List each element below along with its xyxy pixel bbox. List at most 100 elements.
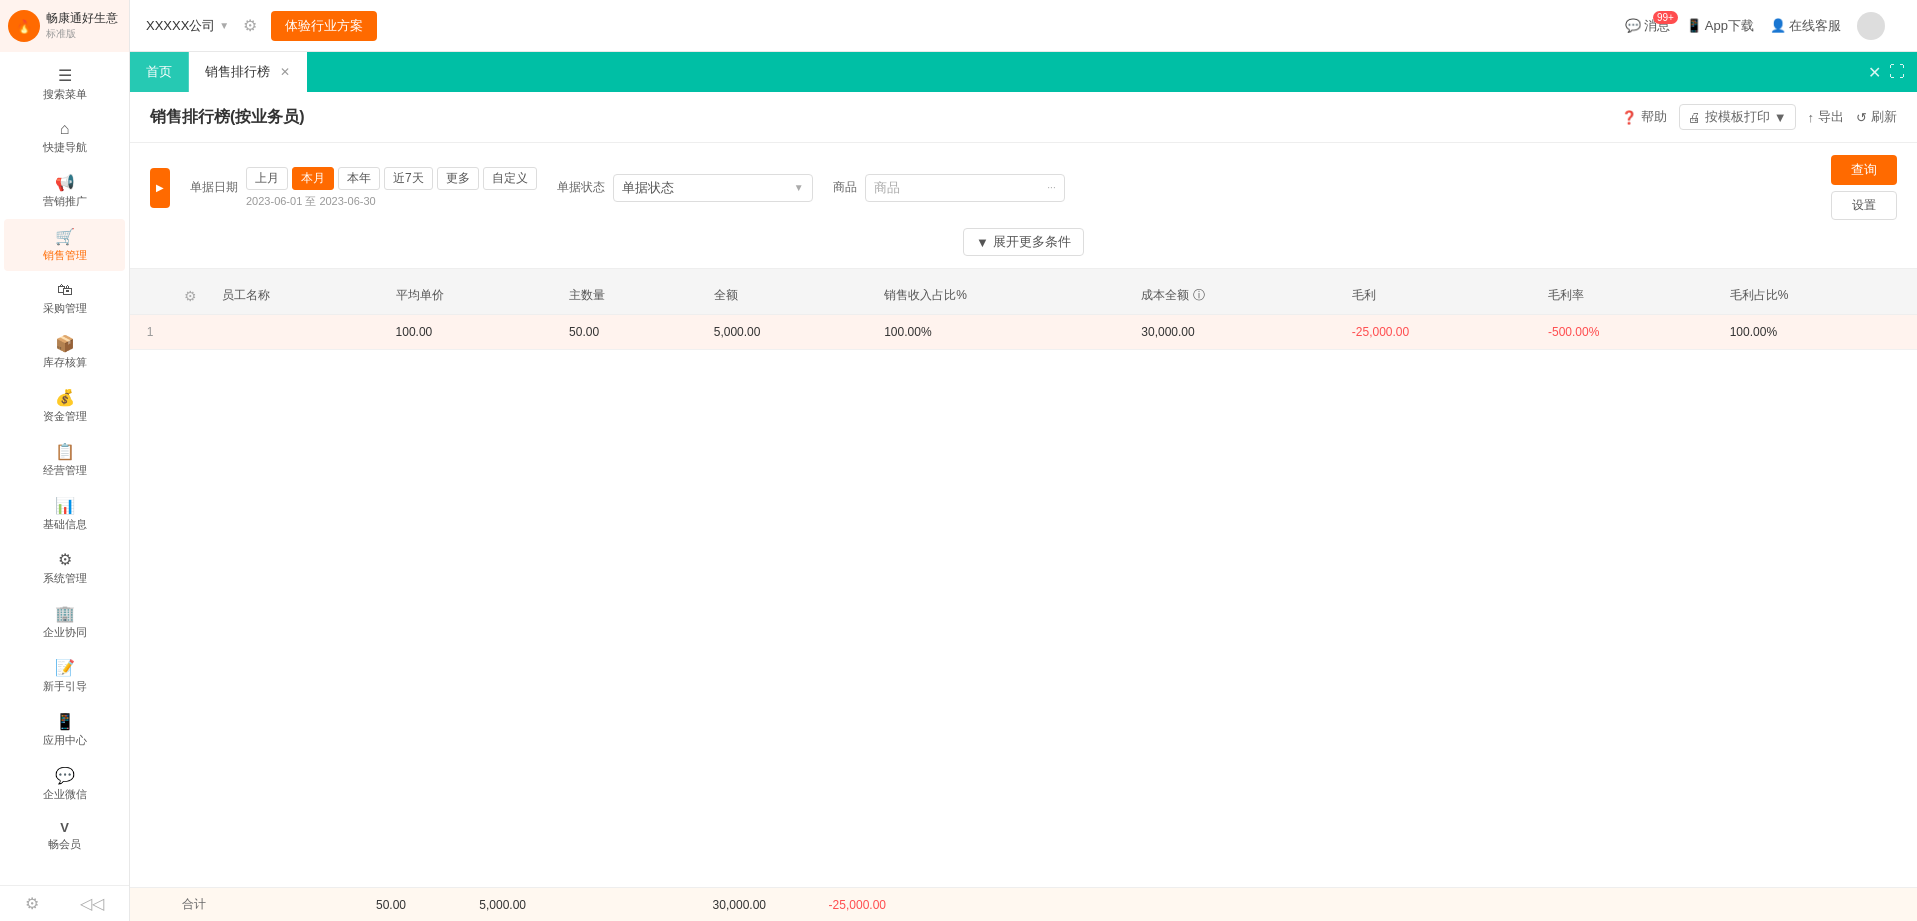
print-icon: 🖨 [1688,110,1701,125]
help-icon: ❓ [1621,110,1637,125]
quick-nav-icon: ⌂ [60,120,70,138]
current-year-btn[interactable]: 本年 [338,167,380,190]
inventory-icon: 📦 [55,334,75,353]
export-label: 导出 [1818,108,1844,126]
service-icon: 👤 [1770,18,1786,33]
status-select-value: 单据状态 [622,179,674,197]
expand-window-icon[interactable]: ⛶ [1889,63,1905,81]
tab-home[interactable]: 首页 [130,52,189,92]
last-7-days-btn[interactable]: 近7天 [384,167,433,190]
goods-select-dots: ··· [1047,182,1055,193]
th-employee: 员工名称 [210,277,384,315]
sidebar-item-label: 搜索菜单 [43,87,87,102]
sidebar-item-label: 销售管理 [43,248,87,263]
cell-avg-price: 100.00 [384,315,558,350]
th-rank [130,277,170,315]
th-gross-margin: 毛利率 [1536,277,1718,315]
status-select[interactable]: 单据状态 ▼ [613,174,813,202]
sidebar-item-wechat[interactable]: 💬 企业微信 [4,758,125,810]
sidebar-item-marketing[interactable]: 📢 营销推广 [4,165,125,217]
status-select-arrow: ▼ [794,182,804,193]
more-date-btn[interactable]: 更多 [437,167,479,190]
th-amount: 全额 [702,277,872,315]
close-window-icon[interactable]: ✕ [1868,63,1881,82]
sidebar-item-finance[interactable]: 💰 资金管理 [4,380,125,432]
message-button[interactable]: 💬 消息 99+ [1625,17,1670,35]
help-button[interactable]: ❓ 帮助 [1621,108,1667,126]
query-button[interactable]: 查询 [1831,155,1897,185]
sales-rank-table: ⚙ 员工名称 平均单价 主数量 全额 销售收入占比% 成本全额 ⓘ 毛利 毛利率… [130,277,1917,350]
sidebar-item-app-center[interactable]: 📱 应用中心 [4,704,125,756]
online-service-button[interactable]: 👤 在线客服 [1770,17,1841,35]
tabbar: 首页 销售排行榜 ✕ ✕ ⛶ [130,52,1917,92]
tab-sales-rank[interactable]: 销售排行榜 ✕ [189,52,307,92]
sidebar-item-label: 采购管理 [43,301,87,316]
sidebar-item-label: 企业协同 [43,625,87,640]
app-icon: 📱 [1686,18,1702,33]
sidebar-item-member[interactable]: V 畅会员 [4,812,125,860]
sidebar-item-enterprise[interactable]: 🏢 企业协同 [4,596,125,648]
table-header-row: ⚙ 员工名称 平均单价 主数量 全额 销售收入占比% 成本全额 ⓘ 毛利 毛利率… [130,277,1917,315]
company-dropdown-icon: ▼ [219,20,229,31]
wechat-icon: 💬 [55,766,75,785]
sidebar-logo: 🔥 畅康通好生意 标准版 [0,0,129,52]
export-button[interactable]: ↑ 导出 [1808,108,1845,126]
sidebar-bottom: ⚙ ◁◁ [0,885,129,921]
topbar-company[interactable]: XXXXX公司 ▼ [146,17,229,35]
sidebar-collapse-btn[interactable]: ◁◁ [80,894,104,913]
sidebar-item-label: 新手引导 [43,679,87,694]
sidebar-settings-btn[interactable]: ⚙ [25,894,39,913]
sidebar-item-search-order[interactable]: ☰ 搜索菜单 [4,58,125,110]
expand-label: 展开更多条件 [993,233,1071,251]
cell-amount: 5,000.00 [702,315,872,350]
settings-button[interactable]: 设置 [1831,191,1897,220]
goods-select[interactable]: 商品 ··· [865,174,1065,202]
current-month-btn[interactable]: 本月 [292,167,334,190]
filter-toggle-btn[interactable]: ▶ [150,168,170,208]
cell-gross-profit: -25,000.00 [1340,315,1536,350]
page-header: 销售排行榜(按业务员) ❓ 帮助 🖨 按模板打印 ▼ ↑ 导出 ↺ 刷新 [130,92,1917,143]
sidebar-item-quick-nav[interactable]: ⌂ 快捷导航 [4,112,125,163]
goods-filter: 商品 商品 ··· [833,174,1065,202]
sidebar-item-guide[interactable]: 📝 新手引导 [4,650,125,702]
topbar: XXXXX公司 ▼ ⚙ 体验行业方案 💬 消息 99+ 📱 App下载 👤 在线… [130,0,1917,52]
logo-name: 畅康通好生意 [46,11,118,27]
expand-icon: ▼ [976,235,989,250]
sidebar-item-purchase[interactable]: 🛍 采购管理 [4,273,125,324]
tab-close-icon[interactable]: ✕ [280,65,290,79]
sidebar-item-system[interactable]: ⚙ 系统管理 [4,542,125,594]
template-print-label: 按模板打印 [1705,108,1770,126]
cell-cost-amount: 30,000.00 [1129,315,1340,350]
custom-date-btn[interactable]: 自定义 [483,167,537,190]
refresh-button[interactable]: ↺ 刷新 [1856,108,1897,126]
sidebar-item-basic-info[interactable]: 📊 基础信息 [4,488,125,540]
sidebar-nav: ☰ 搜索菜单 ⌂ 快捷导航 📢 营销推广 🛒 销售管理 🛍 采购管理 📦 库存核… [0,52,129,885]
user-avatar[interactable] [1857,12,1885,40]
goods-select-placeholder: 商品 [874,179,900,197]
date-buttons: 上月 本月 本年 近7天 更多 自定义 [246,167,537,190]
th-avg-price: 平均单价 [384,277,558,315]
cell-main-qty: 50.00 [557,315,702,350]
sidebar-item-label: 快捷导航 [43,140,87,155]
try-industry-button[interactable]: 体验行业方案 [271,11,377,41]
message-icon: 💬 [1625,18,1641,33]
column-settings-icon[interactable]: ⚙ [184,288,197,304]
sidebar-item-inventory[interactable]: 📦 库存核算 [4,326,125,378]
sidebar-item-label: 资金管理 [43,409,87,424]
sidebar-item-label: 系统管理 [43,571,87,586]
template-print-button[interactable]: 🖨 按模板打印 ▼ [1679,104,1796,130]
sidebar-item-sales[interactable]: 🛒 销售管理 [4,219,125,271]
company-name: XXXXX公司 [146,17,215,35]
topbar-settings-icon[interactable]: ⚙ [243,16,257,35]
last-month-btn[interactable]: 上月 [246,167,288,190]
app-center-icon: 📱 [55,712,75,731]
sidebar-item-operation[interactable]: 📋 经营管理 [4,434,125,486]
app-download-button[interactable]: 📱 App下载 [1686,17,1754,35]
expand-conditions-button[interactable]: ▼ 展开更多条件 [963,228,1084,256]
basic-info-icon: 📊 [55,496,75,515]
system-icon: ⚙ [58,550,72,569]
goods-filter-label: 商品 [833,179,857,196]
sidebar-item-label: 经营管理 [43,463,87,478]
cell-gross-pct: 100.00% [1718,315,1917,350]
main-area: XXXXX公司 ▼ ⚙ 体验行业方案 💬 消息 99+ 📱 App下载 👤 在线… [130,0,1917,921]
